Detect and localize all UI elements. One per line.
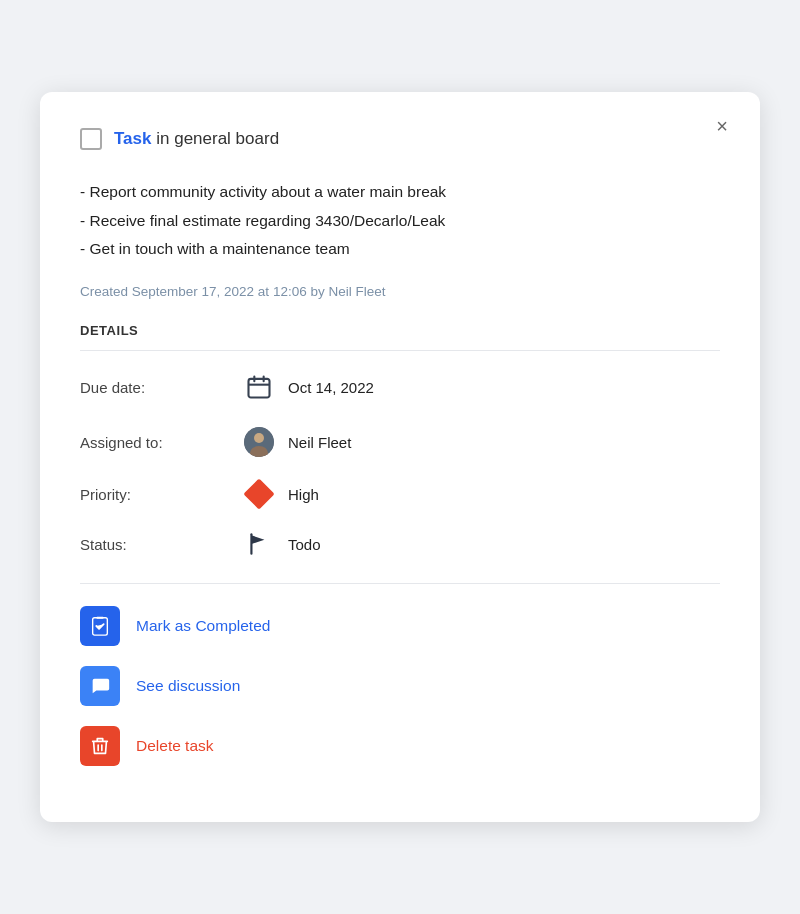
close-button[interactable]: ×	[708, 112, 736, 140]
check-clipboard-icon	[89, 615, 111, 637]
status-row: Status: Todo	[80, 531, 720, 557]
status-value: Todo	[288, 536, 321, 553]
assigned-value: Neil Fleet	[288, 434, 351, 451]
bottom-divider	[80, 583, 720, 584]
priority-row: Priority: High	[80, 483, 720, 505]
diamond-icon	[243, 478, 274, 509]
priority-label: Priority:	[80, 486, 240, 503]
due-date-row: Due date: Oct 14, 2022	[80, 373, 720, 401]
task-link[interactable]: Task	[114, 129, 152, 148]
details-top-divider	[80, 350, 720, 351]
avatar	[244, 427, 274, 457]
priority-icon	[240, 483, 278, 505]
see-discussion-icon-box	[80, 666, 120, 706]
assigned-label: Assigned to:	[80, 434, 240, 451]
mark-completed-label: Mark as Completed	[136, 617, 270, 635]
chat-icon	[89, 675, 111, 697]
modal-header: Task in general board	[80, 128, 720, 150]
see-discussion-row[interactable]: See discussion	[80, 666, 720, 706]
due-date-label: Due date:	[80, 379, 240, 396]
delete-task-label: Delete task	[136, 737, 214, 755]
delete-task-icon-box	[80, 726, 120, 766]
details-section: DETAILS Due date: Oct 14, 2022 Assigned …	[80, 323, 720, 557]
created-info: Created September 17, 2022 at 12:06 by N…	[80, 284, 720, 299]
svg-rect-0	[249, 379, 270, 398]
svg-point-2	[254, 433, 264, 443]
header-title: Task in general board	[114, 129, 279, 149]
task-description: - Report community activity about a wate…	[80, 178, 720, 264]
trash-icon	[89, 735, 111, 757]
header-title-rest: in general board	[152, 129, 280, 148]
flag-icon	[240, 531, 278, 557]
mark-completed-row[interactable]: Mark as Completed	[80, 606, 720, 646]
calendar-icon	[240, 373, 278, 401]
task-modal: × Task in general board - Report communi…	[40, 92, 760, 822]
desc-line-1: - Report community activity about a wate…	[80, 178, 720, 207]
delete-task-row[interactable]: Delete task	[80, 726, 720, 766]
mark-completed-icon-box	[80, 606, 120, 646]
due-date-value: Oct 14, 2022	[288, 379, 374, 396]
avatar-icon	[240, 427, 278, 457]
assigned-to-row: Assigned to: Neil Fleet	[80, 427, 720, 457]
desc-line-3: - Get in touch with a maintenance team	[80, 235, 720, 264]
desc-line-2: - Receive final estimate regarding 3430/…	[80, 207, 720, 236]
task-checkbox[interactable]	[80, 128, 102, 150]
details-heading: DETAILS	[80, 323, 720, 338]
status-label: Status:	[80, 536, 240, 553]
priority-value: High	[288, 486, 319, 503]
see-discussion-label: See discussion	[136, 677, 240, 695]
